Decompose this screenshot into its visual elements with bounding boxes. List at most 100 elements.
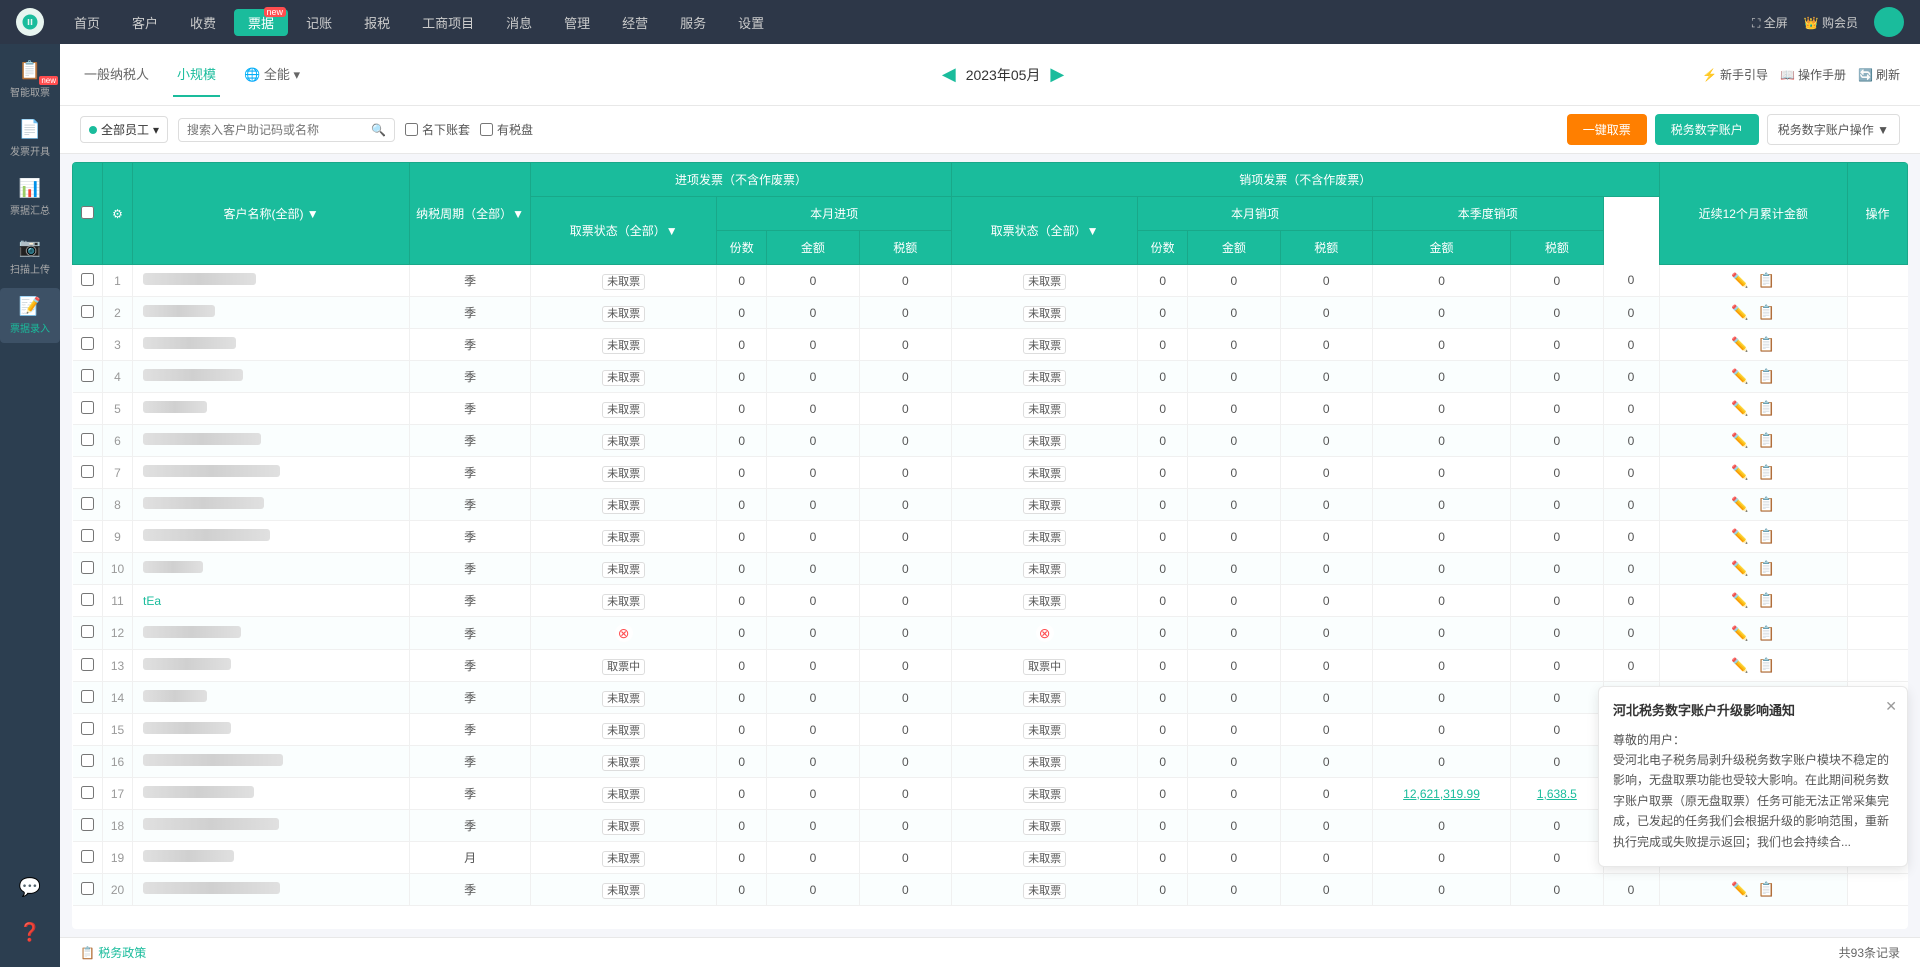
row-checkbox[interactable] <box>81 818 94 831</box>
td-checkbox[interactable] <box>73 265 103 297</box>
edit-btn[interactable]: ✏️ <box>1728 272 1751 288</box>
row-checkbox[interactable] <box>81 337 94 350</box>
td-checkbox[interactable] <box>73 393 103 425</box>
copy-btn[interactable]: 📋 <box>1755 336 1778 352</box>
row-checkbox[interactable] <box>81 850 94 863</box>
th-out-status[interactable]: 取票状态（全部）▼ <box>952 197 1138 265</box>
row-checkbox[interactable] <box>81 658 94 671</box>
tab-all-capable[interactable]: 🌐 全能 ▾ <box>240 52 304 97</box>
nav-service[interactable]: 服务 <box>666 9 720 36</box>
manual-btn[interactable]: 📖 操作手册 <box>1780 66 1846 83</box>
nav-manage[interactable]: 管理 <box>550 9 604 36</box>
row-checkbox[interactable] <box>81 273 94 286</box>
edit-btn[interactable]: ✏️ <box>1728 400 1751 416</box>
td-checkbox[interactable] <box>73 329 103 361</box>
edit-btn[interactable]: ✏️ <box>1728 336 1751 352</box>
vip-btn[interactable]: 👑 购会员 <box>1804 14 1858 31</box>
copy-btn[interactable]: 📋 <box>1755 657 1778 673</box>
tax-policy-link[interactable]: 📋 税务政策 <box>80 944 146 961</box>
notification-close-btn[interactable]: ✕ <box>1885 695 1897 717</box>
edit-btn[interactable]: ✏️ <box>1728 528 1751 544</box>
nav-operation[interactable]: 经营 <box>608 9 662 36</box>
td-checkbox[interactable] <box>73 585 103 617</box>
nav-settings[interactable]: 设置 <box>724 9 778 36</box>
sidebar-item-invoice-open[interactable]: 📄 发票开具 <box>0 111 60 166</box>
td-checkbox[interactable] <box>73 361 103 393</box>
th-customer-name[interactable]: 客户名称(全部) ▼ <box>133 163 410 265</box>
checkbox-has-tax-disk[interactable]: 有税盘 <box>480 121 533 138</box>
user-avatar[interactable] <box>1874 7 1904 37</box>
prev-month-btn[interactable]: ◀ <box>942 64 956 85</box>
copy-btn[interactable]: 📋 <box>1755 528 1778 544</box>
checkbox-my-accounts[interactable]: 名下账套 <box>405 121 470 138</box>
edit-btn[interactable]: ✏️ <box>1728 657 1751 673</box>
employee-filter[interactable]: 全部员工 ▾ <box>80 116 168 143</box>
td-checkbox[interactable] <box>73 714 103 746</box>
copy-btn[interactable]: 📋 <box>1755 368 1778 384</box>
edit-btn[interactable]: ✏️ <box>1728 625 1751 641</box>
copy-btn[interactable]: 📋 <box>1755 625 1778 641</box>
sidebar-item-smart-ticket[interactable]: 📋 智能取票 new <box>0 52 60 107</box>
td-checkbox[interactable] <box>73 842 103 874</box>
row-checkbox[interactable] <box>81 465 94 478</box>
nav-message[interactable]: 消息 <box>492 9 546 36</box>
copy-btn[interactable]: 📋 <box>1755 400 1778 416</box>
new-guide-btn[interactable]: ⚡ 新手引导 <box>1702 66 1768 83</box>
row-checkbox[interactable] <box>81 754 94 767</box>
edit-btn[interactable]: ✏️ <box>1728 496 1751 512</box>
tab-general-taxpayer[interactable]: 一般纳税人 <box>80 52 153 97</box>
copy-btn[interactable]: 📋 <box>1755 560 1778 576</box>
nav-accounting[interactable]: 记账 <box>292 9 346 36</box>
td-checkbox[interactable] <box>73 874 103 906</box>
th-tax-period[interactable]: 纳税周期（全部）▼ <box>410 163 531 265</box>
copy-btn[interactable]: 📋 <box>1755 304 1778 320</box>
edit-btn[interactable]: ✏️ <box>1728 464 1751 480</box>
nav-customer[interactable]: 客户 <box>118 9 172 36</box>
refund-tax-val[interactable]: 1,638.5 <box>1537 787 1577 801</box>
td-checkbox[interactable] <box>73 810 103 842</box>
row-checkbox[interactable] <box>81 593 94 606</box>
edit-btn[interactable]: ✏️ <box>1728 304 1751 320</box>
sidebar-item-invoice-entry[interactable]: 📝 票据录入 <box>0 288 60 343</box>
copy-btn[interactable]: 📋 <box>1755 272 1778 288</box>
td-checkbox[interactable] <box>73 297 103 329</box>
sidebar-item-notify[interactable]: 💬 <box>15 869 45 906</box>
one-click-invoice-btn[interactable]: 一键取票 <box>1567 114 1647 145</box>
search-icon[interactable]: 🔍 <box>371 123 386 137</box>
td-checkbox[interactable] <box>73 489 103 521</box>
row-checkbox[interactable] <box>81 690 94 703</box>
row-checkbox[interactable] <box>81 369 94 382</box>
sidebar-item-scan-upload[interactable]: 📷 扫描上传 <box>0 229 60 284</box>
nav-fee[interactable]: 收费 <box>176 9 230 36</box>
td-checkbox[interactable] <box>73 521 103 553</box>
row-checkbox[interactable] <box>81 722 94 735</box>
next-month-btn[interactable]: ▶ <box>1050 64 1064 85</box>
td-checkbox[interactable] <box>73 650 103 682</box>
sidebar-item-invoice-summary[interactable]: 📊 票据汇总 <box>0 170 60 225</box>
copy-btn[interactable]: 📋 <box>1755 464 1778 480</box>
select-all-checkbox[interactable] <box>81 206 94 219</box>
row-checkbox[interactable] <box>81 882 94 895</box>
td-checkbox[interactable] <box>73 553 103 585</box>
nav-home[interactable]: 首页 <box>60 9 114 36</box>
row-checkbox[interactable] <box>81 433 94 446</box>
copy-btn[interactable]: 📋 <box>1755 881 1778 897</box>
row-checkbox[interactable] <box>81 401 94 414</box>
refund-amount-val[interactable]: 12,621,319.99 <box>1403 787 1480 801</box>
fullscreen-btn[interactable]: ⛶ 全屏 <box>1752 14 1788 31</box>
edit-btn[interactable]: ✏️ <box>1728 368 1751 384</box>
row-checkbox[interactable] <box>81 561 94 574</box>
row-checkbox[interactable] <box>81 497 94 510</box>
copy-btn[interactable]: 📋 <box>1755 592 1778 608</box>
tax-digital-account-btn[interactable]: 税务数字账户 <box>1655 114 1759 145</box>
th-in-status[interactable]: 取票状态（全部）▼ <box>531 197 717 265</box>
nav-business[interactable]: 工商项目 <box>408 9 488 36</box>
td-checkbox[interactable] <box>73 617 103 650</box>
td-checkbox[interactable] <box>73 778 103 810</box>
tax-digital-account-ops-btn[interactable]: 税务数字账户操作 ▼ <box>1767 114 1900 145</box>
edit-btn[interactable]: ✏️ <box>1728 432 1751 448</box>
td-checkbox[interactable] <box>73 746 103 778</box>
edit-btn[interactable]: ✏️ <box>1728 592 1751 608</box>
edit-btn[interactable]: ✏️ <box>1728 881 1751 897</box>
nav-tax[interactable]: 报税 <box>350 9 404 36</box>
